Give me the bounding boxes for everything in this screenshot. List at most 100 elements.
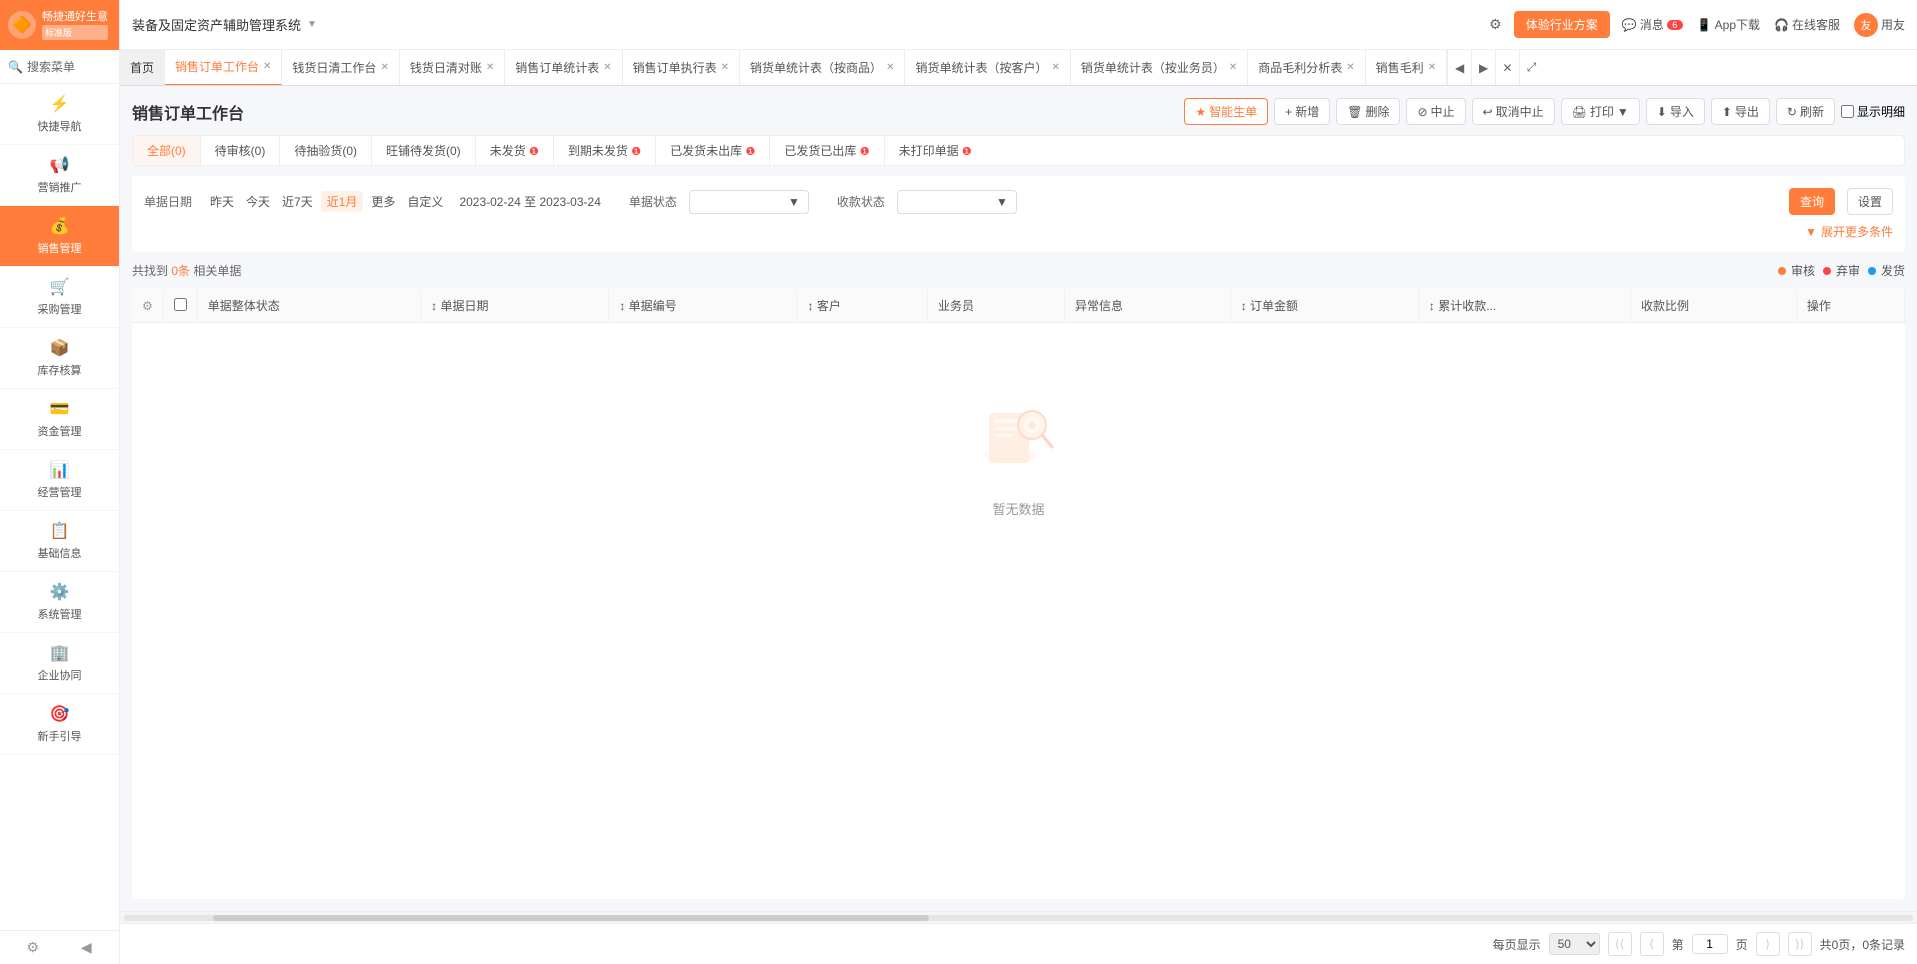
cancel-stop-button[interactable]: ↩ 取消中止 — [1472, 98, 1555, 125]
page-first-btn[interactable]: ⟨⟨ — [1608, 932, 1632, 956]
date-range-input[interactable]: 2023-02-24 至 2023-03-24 — [459, 193, 600, 210]
payment-select-arrow: ▼ — [996, 195, 1008, 209]
export-button[interactable]: ⬆ 导出 — [1711, 98, 1770, 125]
tab-sales-stats-close[interactable]: ✕ — [603, 62, 611, 73]
tab-sales-summary-customer-close[interactable]: ✕ — [1051, 62, 1059, 73]
total-records: 共0页，0条记录 — [1820, 936, 1905, 953]
tab-sales-summary-product[interactable]: 销货单统计表（按商品） ✕ — [740, 50, 905, 86]
sidebar-item-inventory[interactable]: 📦 库存核算 — [0, 328, 119, 389]
show-detail-checkbox[interactable] — [1841, 105, 1854, 118]
filter-tab-wangpu-pending[interactable]: 旺铺待发货(0) — [372, 136, 476, 165]
print-icon: 🖨 — [1572, 105, 1587, 119]
date-opt-7days[interactable]: 近7天 — [278, 191, 317, 212]
message-item[interactable]: 💬 消息 6 — [1622, 16, 1683, 33]
filter-tab-pending-review[interactable]: 待审核(0) — [201, 136, 281, 165]
filter-tab-shipped-warehoused[interactable]: 已发货已出库 ❶ — [770, 136, 884, 165]
sidebar-settings-btn[interactable]: ⚙ — [8, 939, 58, 956]
page-last-btn[interactable]: ⟩⟩ — [1788, 932, 1812, 956]
page-prev-btn[interactable]: ⟨ — [1640, 932, 1664, 956]
date-filter-label: 单据日期 — [144, 193, 194, 210]
batch-ship-btn[interactable]: 发货 — [1868, 262, 1905, 279]
col-settings[interactable]: ⚙ — [132, 289, 163, 323]
new-button[interactable]: + 新增 — [1274, 98, 1330, 125]
print-button[interactable]: 🖨 打印 ▼ — [1561, 98, 1640, 125]
tab-sales-stats-label: 销售订单统计表 — [515, 59, 599, 76]
payment-select[interactable]: ▼ — [897, 190, 1017, 214]
batch-cancel-review-btn[interactable]: 弃审 — [1823, 262, 1860, 279]
scrollbar-track[interactable] — [124, 915, 1913, 921]
operation-icon: 📊 — [50, 460, 70, 480]
header-settings-icon[interactable]: ⚙ — [1489, 16, 1502, 33]
tab-sales-workbench[interactable]: 销售订单工作台 ✕ — [165, 50, 282, 86]
page-goto-label: 第 — [1672, 936, 1684, 953]
sidebar-item-quick-nav[interactable]: ⚡ 快捷导航 — [0, 84, 119, 145]
sidebar-item-corp[interactable]: 🏢 企业协同 — [0, 633, 119, 694]
tab-cash-daily[interactable]: 钱货日清工作台 ✕ — [282, 50, 399, 86]
online-service-item[interactable]: 🎧 在线客服 — [1774, 16, 1840, 33]
tabs-next-btn[interactable]: ▶ — [1471, 50, 1495, 86]
tab-sales-workbench-close[interactable]: ✕ — [263, 61, 271, 72]
sidebar-item-sales[interactable]: 💰 销售管理 — [0, 206, 119, 267]
filter-settings-button[interactable]: 设置 — [1847, 188, 1893, 215]
tab-cash-reconcile[interactable]: 钱货日清对账 ✕ — [400, 50, 505, 86]
user-item[interactable]: 友 用友 — [1854, 13, 1905, 37]
tab-sales-summary-staff-close[interactable]: ✕ — [1229, 62, 1237, 73]
filter-tab-all[interactable]: 全部(0) — [133, 136, 201, 165]
tab-sales-profit-close[interactable]: ✕ — [1428, 62, 1436, 73]
filter-tab-overdue[interactable]: 到期未发货 ❶ — [554, 136, 656, 165]
tab-sales-exec-close[interactable]: ✕ — [721, 62, 729, 73]
date-opt-more[interactable]: 更多 — [367, 191, 399, 212]
date-opt-yesterday[interactable]: 昨天 — [206, 191, 238, 212]
bottom-scrollbar[interactable] — [120, 911, 1917, 923]
tab-sales-profit[interactable]: 销售毛利 ✕ — [1366, 50, 1447, 86]
tab-sales-summary-product-label: 销货单统计表（按商品） — [750, 59, 882, 76]
tabs-maximize-btn[interactable]: ⤢ — [1519, 50, 1543, 86]
tabs-close-all-btn[interactable]: ✕ — [1495, 50, 1519, 86]
tab-sales-summary-customer[interactable]: 销货单统计表（按客户） ✕ — [905, 50, 1070, 86]
app-download-item[interactable]: 📱 App下载 — [1697, 16, 1760, 33]
show-detail-label[interactable]: 显示明细 — [1841, 103, 1905, 120]
sidebar-item-purchase[interactable]: 🛒 采购管理 — [0, 267, 119, 328]
stop-button[interactable]: ⊘ 中止 — [1406, 98, 1465, 125]
sidebar-item-marketing[interactable]: 📢 营销推广 — [0, 145, 119, 206]
batch-review-btn[interactable]: 审核 — [1778, 262, 1815, 279]
select-all-checkbox[interactable] — [174, 298, 187, 311]
sidebar-collapse-btn[interactable]: ◀ — [62, 939, 112, 956]
date-opt-custom[interactable]: 自定义 — [403, 191, 447, 212]
sidebar-item-system[interactable]: ⚙️ 系统管理 — [0, 572, 119, 633]
page-size-select[interactable]: 10 20 50 100 — [1549, 933, 1600, 955]
page-next-btn[interactable]: ⟩ — [1756, 932, 1780, 956]
solution-button[interactable]: 体验行业方案 — [1514, 11, 1610, 38]
tab-product-margin[interactable]: 商品毛利分析表 ✕ — [1248, 50, 1365, 86]
filter-tab-not-shipped[interactable]: 未发货 ❶ — [476, 136, 554, 165]
smart-generate-button[interactable]: ★ 智能生单 — [1184, 98, 1268, 125]
tab-sales-stats[interactable]: 销售订单统计表 ✕ — [505, 50, 622, 86]
sidebar-item-basic[interactable]: 📋 基础信息 — [0, 511, 119, 572]
tab-cash-daily-close[interactable]: ✕ — [380, 62, 388, 73]
tabs-prev-btn[interactable]: ◀ — [1447, 50, 1471, 86]
tab-sales-summary-product-close[interactable]: ✕ — [886, 62, 894, 73]
sidebar-item-finance[interactable]: 💳 资金管理 — [0, 389, 119, 450]
status-select[interactable]: ▼ — [689, 190, 809, 214]
header-arrow-icon: ▼ — [307, 19, 317, 30]
date-opt-1month[interactable]: 近1月 — [321, 191, 364, 212]
sidebar-item-operation[interactable]: 📊 经营管理 — [0, 450, 119, 511]
tab-cash-reconcile-close[interactable]: ✕ — [486, 62, 494, 73]
tab-home[interactable]: 首页 — [120, 50, 165, 86]
tab-product-margin-close[interactable]: ✕ — [1346, 62, 1354, 73]
sidebar-item-guide[interactable]: 🎯 新手引导 — [0, 694, 119, 755]
scrollbar-thumb[interactable] — [213, 915, 929, 921]
tab-sales-exec[interactable]: 销售订单执行表 ✕ — [623, 50, 740, 86]
expand-more-btn[interactable]: ▼ 展开更多条件 — [1805, 223, 1893, 240]
refresh-button[interactable]: ↻ 刷新 — [1776, 98, 1835, 125]
filter-tab-not-printed[interactable]: 未打印单据 ❶ — [885, 136, 986, 165]
import-button[interactable]: ⬇ 导入 — [1646, 98, 1705, 125]
filter-tab-shipped-not-warehoused[interactable]: 已发货未出库 ❶ — [656, 136, 770, 165]
delete-button[interactable]: 🗑 删除 — [1336, 98, 1400, 125]
sidebar-search[interactable]: 🔍 搜索菜单 — [0, 50, 119, 84]
filter-tab-pending-inspect[interactable]: 待抽验货(0) — [280, 136, 372, 165]
query-button[interactable]: 查询 — [1789, 188, 1835, 215]
tab-sales-summary-staff[interactable]: 销货单统计表（按业务员） ✕ — [1071, 50, 1248, 86]
date-opt-today[interactable]: 今天 — [242, 191, 274, 212]
page-number-input[interactable] — [1692, 934, 1728, 954]
